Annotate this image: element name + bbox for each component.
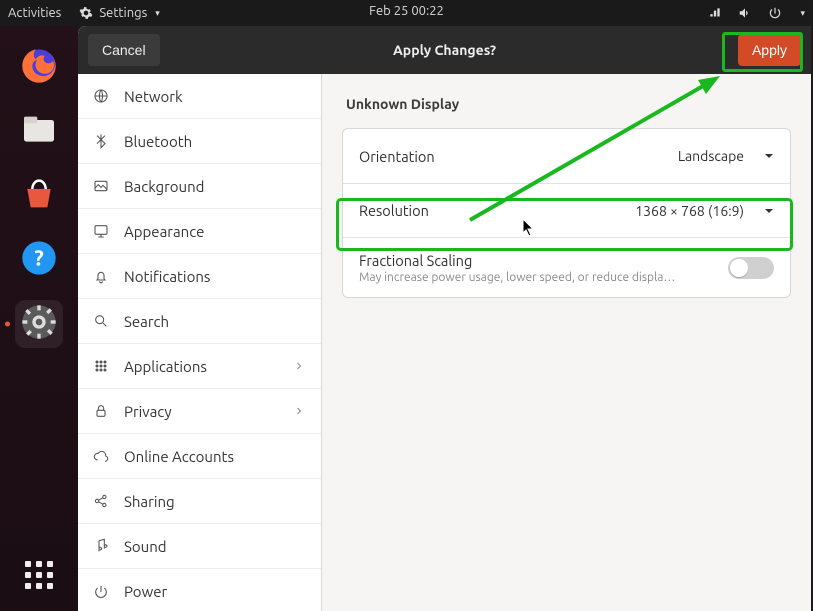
privacy-icon bbox=[92, 402, 110, 420]
power-status-icon[interactable] bbox=[768, 6, 782, 20]
sidebar-item-label: Search bbox=[124, 313, 169, 330]
clock[interactable]: Feb 25 00:22 bbox=[369, 4, 444, 18]
appearance-icon bbox=[92, 222, 110, 240]
sidebar-item-sound[interactable]: Sound bbox=[78, 524, 321, 569]
chevron-right-icon bbox=[293, 358, 305, 375]
resolution-value: 1368 × 768 (16:9) bbox=[635, 203, 744, 219]
display-heading: Unknown Display bbox=[346, 96, 791, 112]
search-icon bbox=[92, 312, 110, 330]
app-menu-label: Settings bbox=[99, 6, 147, 20]
display-settings-content: Unknown Display Orientation Landscape Re… bbox=[322, 74, 811, 611]
sidebar-item-bluetooth[interactable]: Bluetooth bbox=[78, 119, 321, 164]
dock-show-apps[interactable] bbox=[25, 561, 53, 589]
fractional-label: Fractional Scaling bbox=[359, 252, 679, 269]
sidebar-item-privacy[interactable]: Privacy bbox=[78, 389, 321, 434]
sharing-icon bbox=[92, 492, 110, 510]
dock-software[interactable] bbox=[15, 172, 63, 220]
resolution-label: Resolution bbox=[359, 202, 429, 219]
sidebar-item-label: Appearance bbox=[124, 223, 204, 240]
sidebar-item-label: Network bbox=[124, 88, 183, 105]
sidebar-item-label: Sharing bbox=[124, 493, 175, 510]
dock-files[interactable] bbox=[15, 108, 63, 156]
chevron-down-icon: ▾ bbox=[155, 8, 160, 19]
help-icon: ? bbox=[19, 238, 59, 282]
sidebar-item-label: Sound bbox=[124, 538, 167, 555]
gear-icon bbox=[79, 6, 93, 20]
sound-icon bbox=[92, 537, 110, 555]
cancel-button[interactable]: Cancel bbox=[88, 34, 160, 66]
sidebar-item-label: Notifications bbox=[124, 268, 210, 285]
sidebar-item-label: Bluetooth bbox=[124, 133, 192, 150]
bluetooth-icon bbox=[92, 132, 110, 150]
fractional-sub: May increase power usage, lower speed, o… bbox=[359, 271, 679, 284]
dock-settings[interactable] bbox=[15, 300, 63, 348]
dock: ? bbox=[0, 26, 78, 611]
firefox-icon bbox=[19, 46, 59, 90]
files-icon bbox=[19, 110, 59, 154]
system-menu-caret-icon[interactable]: ▾ bbox=[800, 8, 805, 19]
chevron-down-icon bbox=[764, 147, 774, 165]
sidebar-item-power[interactable]: Power bbox=[78, 569, 321, 611]
dock-firefox[interactable] bbox=[15, 44, 63, 92]
online-accounts-icon bbox=[92, 447, 110, 465]
power-icon bbox=[92, 583, 110, 601]
volume-icon[interactable] bbox=[738, 6, 752, 20]
applications-icon bbox=[92, 357, 110, 375]
orientation-label: Orientation bbox=[359, 148, 435, 165]
sidebar-item-appearance[interactable]: Appearance bbox=[78, 209, 321, 254]
sidebar-item-search[interactable]: Search bbox=[78, 299, 321, 344]
apply-button[interactable]: Apply bbox=[738, 34, 801, 66]
software-icon bbox=[19, 174, 59, 218]
dock-help[interactable]: ? bbox=[15, 236, 63, 284]
dock-active-indicator bbox=[5, 322, 10, 327]
settings-gear-icon bbox=[19, 302, 59, 346]
settings-sidebar: Network Bluetooth Background Appearance … bbox=[78, 74, 322, 611]
fractional-scaling-switch[interactable] bbox=[728, 257, 774, 279]
fractional-scaling-row[interactable]: Fractional Scaling May increase power us… bbox=[343, 237, 790, 297]
sidebar-item-network[interactable]: Network bbox=[78, 74, 321, 119]
chevron-down-icon bbox=[764, 202, 774, 220]
sidebar-item-label: Applications bbox=[124, 358, 207, 375]
activities-button[interactable]: Activities bbox=[8, 6, 61, 20]
sidebar-item-applications[interactable]: Applications bbox=[78, 344, 321, 389]
background-icon bbox=[92, 177, 110, 195]
orientation-value: Landscape bbox=[678, 148, 744, 164]
sidebar-item-online-accounts[interactable]: Online Accounts bbox=[78, 434, 321, 479]
settings-window: Cancel Apply Changes? Apply Network Blue… bbox=[78, 26, 811, 611]
resolution-row[interactable]: Resolution 1368 × 768 (16:9) bbox=[343, 183, 790, 237]
sidebar-item-background[interactable]: Background bbox=[78, 164, 321, 209]
sidebar-item-label: Power bbox=[124, 583, 167, 600]
sidebar-item-label: Online Accounts bbox=[124, 448, 234, 465]
sidebar-item-label: Privacy bbox=[124, 403, 172, 420]
sidebar-item-notifications[interactable]: Notifications bbox=[78, 254, 321, 299]
notifications-icon bbox=[92, 267, 110, 285]
top-panel: Activities Settings ▾ Feb 25 00:22 ▾ bbox=[0, 0, 813, 26]
svg-text:?: ? bbox=[34, 247, 44, 271]
network-icon bbox=[92, 87, 110, 105]
chevron-right-icon bbox=[293, 403, 305, 420]
app-menu[interactable]: Settings ▾ bbox=[79, 6, 159, 20]
sidebar-item-label: Background bbox=[124, 178, 204, 195]
network-status-icon[interactable] bbox=[708, 6, 722, 20]
display-settings-card: Orientation Landscape Resolution 1368 × … bbox=[342, 128, 791, 298]
dialog-title: Apply Changes? bbox=[393, 42, 496, 58]
orientation-row[interactable]: Orientation Landscape bbox=[343, 129, 790, 183]
sidebar-item-sharing[interactable]: Sharing bbox=[78, 479, 321, 524]
dialog-header: Cancel Apply Changes? Apply bbox=[78, 26, 811, 74]
